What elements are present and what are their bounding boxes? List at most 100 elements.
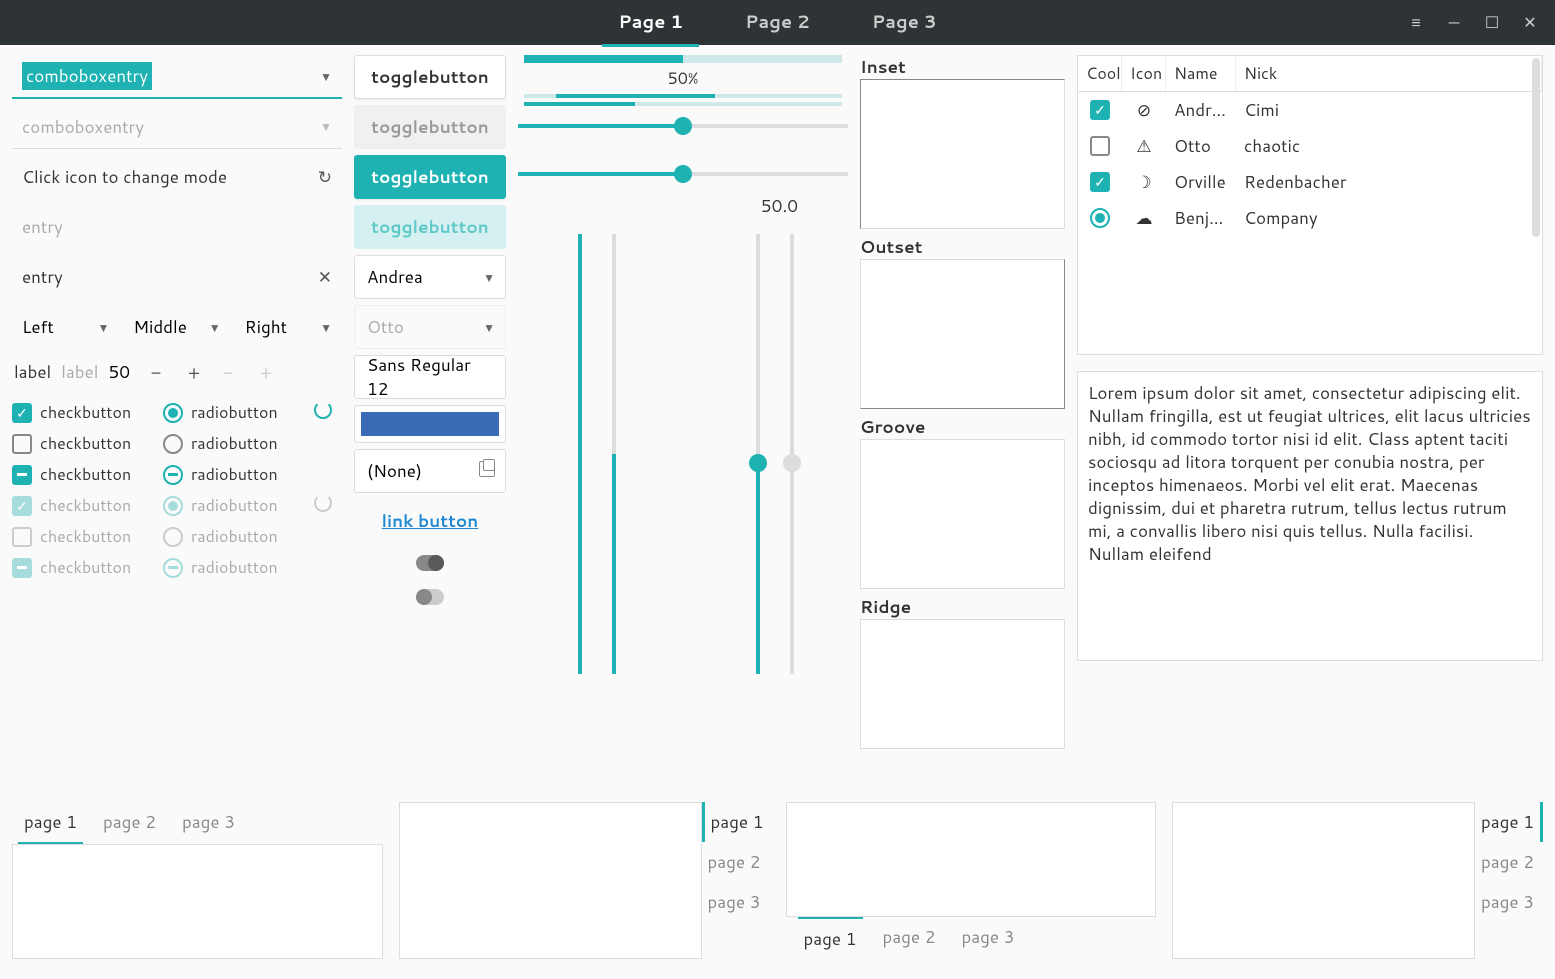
slider-value: 50.0 xyxy=(761,194,798,218)
table-row[interactable]: ✓ ⊘ Andrea Cimi xyxy=(1078,92,1542,128)
radiobutton-unchecked[interactable]: radiobutton xyxy=(163,432,308,455)
togglebutton-disabled: togglebutton xyxy=(354,105,506,149)
select-andrea[interactable]: Andrea▼ xyxy=(354,255,506,299)
paste-icon xyxy=(479,459,495,483)
notebook-right-tabs: page 1 page 2 page 3 xyxy=(1172,802,1543,959)
radio-icon xyxy=(163,558,183,578)
vertical-sliders xyxy=(518,234,848,674)
nb-tab[interactable]: page 2 xyxy=(97,802,162,844)
font-button[interactable]: Sans Regular 12 xyxy=(354,355,506,399)
spin-label-disabled: label xyxy=(61,360,98,384)
nb-tab[interactable]: page 3 xyxy=(956,917,1021,959)
checkbox-icon[interactable] xyxy=(1090,136,1110,156)
spinbutton[interactable]: 50 − + xyxy=(108,359,206,385)
nb-tab[interactable]: page 1 xyxy=(702,802,770,842)
switch-on[interactable] xyxy=(416,555,444,571)
checkbox-icon xyxy=(12,465,32,485)
checkbutton-unchecked[interactable]: checkbutton xyxy=(12,432,157,455)
progress-bar-3 xyxy=(524,102,842,106)
radiobutton-indet-disabled: radiobutton xyxy=(163,556,308,579)
mode-entry[interactable]: Click icon to change mode ↻ xyxy=(12,155,342,199)
color-swatch xyxy=(361,412,499,436)
vslider-1[interactable] xyxy=(578,234,582,674)
radiobutton-checked[interactable]: radiobutton xyxy=(163,401,308,424)
left-panel: comboboxentry ▼ comboboxentry ▼ Click ic… xyxy=(12,55,342,784)
entry-clearable[interactable]: entry ✕ xyxy=(12,255,342,299)
notebook-content xyxy=(399,802,702,959)
text-view[interactable]: Lorem ipsum dolor sit amet, consectetur … xyxy=(1077,371,1543,661)
checkbox-icon: ✓ xyxy=(12,403,32,423)
window: Page 1 Page 2 Page 3 ≡ — ☐ ✕ comboboxent… xyxy=(0,0,1555,979)
progress-label: 50% xyxy=(524,67,842,90)
chevron-down-icon: ▼ xyxy=(320,319,332,336)
frame-panel: Inset Outset Groove Ridge xyxy=(860,55,1065,784)
nb-tab[interactable]: page 3 xyxy=(1475,882,1543,922)
nb-tab[interactable]: page 2 xyxy=(877,917,942,959)
th-cool[interactable]: Cool xyxy=(1078,56,1122,91)
tab-page-3[interactable]: Page 3 xyxy=(856,0,953,47)
vslider-2[interactable] xyxy=(612,234,616,674)
radiobutton-unchecked-disabled: radiobutton xyxy=(163,525,308,548)
frame-outset xyxy=(860,259,1065,409)
maximize-icon[interactable]: ☐ xyxy=(1475,6,1509,40)
combobox-entry-1[interactable]: comboboxentry ▼ xyxy=(12,55,342,99)
dropdown-middle[interactable]: Middle▼ xyxy=(123,305,230,349)
table-row[interactable]: ✓ ☽ Orville Redenbacher xyxy=(1078,164,1542,200)
table-header: Cool Icon Name Nick xyxy=(1078,56,1542,92)
clear-icon[interactable]: ✕ xyxy=(318,265,332,289)
window-controls: ≡ — ☐ ✕ xyxy=(1399,6,1547,40)
frame-title-groove: Groove xyxy=(860,415,1065,439)
radio-icon xyxy=(163,403,183,423)
checkbutton-checked[interactable]: ✓checkbutton xyxy=(12,401,157,424)
nb-tab[interactable]: page 3 xyxy=(702,882,770,922)
decrement-icon[interactable]: − xyxy=(144,359,168,385)
color-button[interactable] xyxy=(354,405,506,443)
scrollbar[interactable] xyxy=(1532,58,1540,237)
treeview[interactable]: Cool Icon Name Nick ✓ ⊘ Andrea Cimi ⚠ xyxy=(1077,55,1543,355)
checkbox-icon xyxy=(12,434,32,454)
checkbox-icon[interactable]: ✓ xyxy=(1090,100,1110,120)
slider-horizontal-2[interactable] xyxy=(518,160,848,188)
togglebutton-active[interactable]: togglebutton xyxy=(354,155,506,199)
spinbutton-disabled: − + xyxy=(216,359,278,385)
radio-icon xyxy=(163,527,183,547)
nb-tab[interactable]: page 1 xyxy=(798,917,863,959)
checkbox-icon[interactable]: ✓ xyxy=(1090,172,1110,192)
checkbutton-indet[interactable]: checkbutton xyxy=(12,463,157,486)
table-row[interactable]: ⚠ Otto chaotic xyxy=(1078,128,1542,164)
dropdown-left[interactable]: Left▼ xyxy=(12,305,119,349)
switch-off[interactable] xyxy=(416,589,444,605)
th-name[interactable]: Name xyxy=(1166,56,1236,91)
combobox-value: comboboxentry xyxy=(22,62,152,90)
slider-horizontal-1[interactable] xyxy=(518,112,848,140)
cloud-icon: ☁ xyxy=(1122,203,1166,233)
nb-tab[interactable]: page 1 xyxy=(18,802,83,844)
table-row[interactable]: ☁ Benja... Company xyxy=(1078,200,1542,236)
refresh-icon[interactable]: ↻ xyxy=(318,165,332,189)
th-nick[interactable]: Nick xyxy=(1236,56,1542,91)
togglebutton-1[interactable]: togglebutton xyxy=(354,55,506,99)
menu-icon[interactable]: ≡ xyxy=(1399,6,1433,40)
nb-tab[interactable]: page 3 xyxy=(176,802,241,844)
file-chooser-button[interactable]: (None) xyxy=(354,449,506,493)
nb-tab[interactable]: page 1 xyxy=(1475,802,1543,842)
checkbox-icon: ✓ xyxy=(12,496,32,516)
radio-icon[interactable] xyxy=(1090,208,1110,228)
dropdown-right[interactable]: Right▼ xyxy=(235,305,342,349)
vslider-3[interactable] xyxy=(756,234,760,674)
entry-placeholder[interactable]: entry xyxy=(12,205,342,249)
tab-page-2[interactable]: Page 2 xyxy=(729,0,826,47)
notebook-bottom-tabs: page 1 page 2 page 3 xyxy=(786,802,1157,959)
check-radio-grid: ✓checkbutton radiobutton checkbutton rad… xyxy=(12,395,342,585)
increment-icon[interactable]: + xyxy=(182,359,206,385)
minimize-icon[interactable]: — xyxy=(1437,6,1471,40)
nb-tab[interactable]: page 2 xyxy=(702,842,770,882)
status-icon: ⊘ xyxy=(1122,95,1166,125)
th-icon[interactable]: Icon xyxy=(1122,56,1166,91)
radiobutton-indet[interactable]: radiobutton xyxy=(163,463,308,486)
tab-page-1[interactable]: Page 1 xyxy=(602,0,699,47)
link-button[interactable]: link button xyxy=(354,499,506,543)
close-icon[interactable]: ✕ xyxy=(1513,6,1547,40)
bottom-panel: page 1 page 2 page 3 page 1 page 2 page … xyxy=(0,794,1555,979)
nb-tab[interactable]: page 2 xyxy=(1475,842,1543,882)
